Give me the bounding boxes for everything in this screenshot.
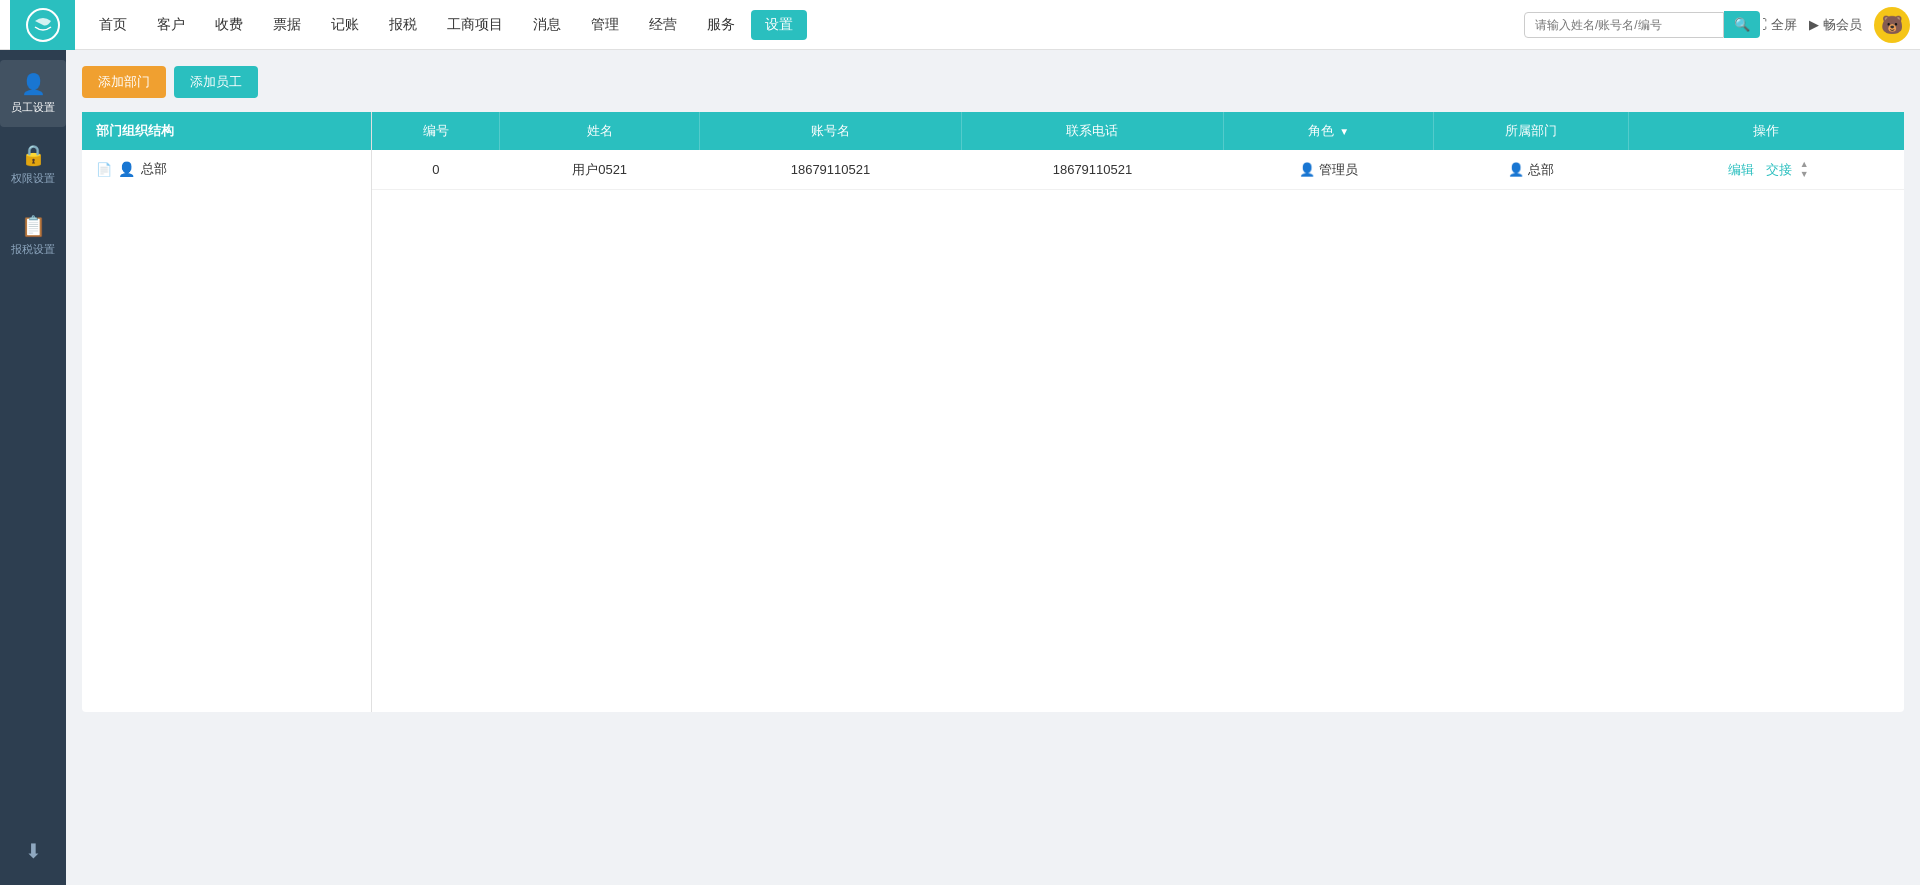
scroll-down-icon[interactable]: ▼: [1800, 170, 1809, 179]
table-head: 编号 姓名 账号名 联系电话 角色 ▼ 所属部门 操作: [372, 112, 1904, 150]
tree-item-root[interactable]: 📄 👤 总部: [82, 150, 371, 188]
button-row: 添加部门 添加员工: [82, 66, 1904, 98]
scroll-arrows[interactable]: ▲▼: [1800, 160, 1809, 179]
search-bar: 🔍: [1524, 11, 1760, 38]
col-phone: 联系电话: [961, 112, 1223, 150]
download-icon: ⬇: [25, 839, 42, 863]
table-panel: 编号 姓名 账号名 联系电话 角色 ▼ 所属部门 操作: [372, 112, 1904, 712]
dept-name: 总部: [141, 160, 167, 178]
search-button[interactable]: 🔍: [1724, 11, 1760, 38]
col-name: 姓名: [500, 112, 700, 150]
nav-item-服务[interactable]: 服务: [693, 10, 749, 40]
nav-item-客户[interactable]: 客户: [143, 10, 199, 40]
col-role[interactable]: 角色 ▼: [1223, 112, 1433, 150]
action-编辑[interactable]: 编辑: [1728, 161, 1754, 179]
file-icon: 📄: [96, 162, 112, 177]
nav-item-经营[interactable]: 经营: [635, 10, 691, 40]
nav-item-记账[interactable]: 记账: [317, 10, 373, 40]
nav-item-收费[interactable]: 收费: [201, 10, 257, 40]
sidebar-label-permissions: 权限设置: [11, 171, 55, 186]
nav-item-管理[interactable]: 管理: [577, 10, 633, 40]
tree-header: 部门组织结构: [82, 112, 371, 150]
col-account: 账号名: [699, 112, 961, 150]
cell-actions: 编辑交接 ▲▼: [1628, 150, 1904, 190]
nav-item-设置[interactable]: 设置: [751, 10, 807, 40]
employees-table: 编号 姓名 账号名 联系电话 角色 ▼ 所属部门 操作: [372, 112, 1904, 190]
add-staff-button[interactable]: 添加员工: [174, 66, 258, 98]
sidebar-label-tax: 报税设置: [11, 242, 55, 257]
top-nav: 首页客户收费票据记账报税工商项目消息管理经营服务设置 🔍 ⛶ 全屏 ▶ 畅会员 …: [0, 0, 1920, 50]
sidebar-item-permissions[interactable]: 🔒 权限设置: [0, 131, 66, 198]
add-dept-button[interactable]: 添加部门: [82, 66, 166, 98]
cell-dept: 👤总部: [1433, 150, 1628, 190]
vip-label: 畅会员: [1823, 16, 1862, 34]
role-sort-icon: ▼: [1339, 126, 1349, 137]
sidebar-item-staff[interactable]: 👤 员工设置: [0, 60, 66, 127]
sidebar-label-staff: 员工设置: [11, 100, 55, 115]
dept-person-icon: 👤: [118, 161, 135, 177]
table-row: 0用户05211867911052118679110521👤管理员👤总部编辑交接…: [372, 150, 1904, 190]
col-action: 操作: [1628, 112, 1904, 150]
nav-item-消息[interactable]: 消息: [519, 10, 575, 40]
col-dept: 所属部门: [1433, 112, 1628, 150]
nav-item-票据[interactable]: 票据: [259, 10, 315, 40]
main-panel: 部门组织结构 📄 👤 总部 编号 姓名 账号名 联系电话: [82, 112, 1904, 712]
staff-icon: 👤: [21, 72, 46, 96]
avatar[interactable]: 🐻: [1874, 7, 1910, 43]
vip-icon: ▶: [1809, 17, 1819, 32]
fullscreen-btn[interactable]: ⛶ 全屏: [1754, 16, 1797, 34]
content-area: 添加部门 添加员工 部门组织结构 📄 👤 总部 编号: [66, 50, 1920, 885]
main-layout: 👤 员工设置 🔒 权限设置 📋 报税设置 ⬇ 添加部门 添加员工 部门组织结构: [0, 50, 1920, 885]
cell-account: 18679110521: [699, 150, 961, 190]
cell-name: 用户0521: [500, 150, 700, 190]
table-body: 0用户05211867911052118679110521👤管理员👤总部编辑交接…: [372, 150, 1904, 190]
fullscreen-label: 全屏: [1771, 16, 1797, 34]
cell-role: 👤管理员: [1223, 150, 1433, 190]
cell-phone: 18679110521: [961, 150, 1223, 190]
sidebar-bottom: ⬇: [21, 827, 46, 875]
vip-btn[interactable]: ▶ 畅会员: [1809, 16, 1862, 34]
nav-item-工商项目[interactable]: 工商项目: [433, 10, 517, 40]
tree-panel: 部门组织结构 📄 👤 总部: [82, 112, 372, 712]
nav-item-首页[interactable]: 首页: [85, 10, 141, 40]
nav-item-报税[interactable]: 报税: [375, 10, 431, 40]
logo: [10, 0, 75, 50]
table-header-row: 编号 姓名 账号名 联系电话 角色 ▼ 所属部门 操作: [372, 112, 1904, 150]
action-交接[interactable]: 交接: [1766, 161, 1792, 179]
col-id: 编号: [372, 112, 500, 150]
cell-id: 0: [372, 150, 500, 190]
lock-icon: 🔒: [21, 143, 46, 167]
sidebar: 👤 员工设置 🔒 权限设置 📋 报税设置 ⬇: [0, 50, 66, 885]
scroll-up-icon[interactable]: ▲: [1800, 160, 1809, 169]
nav-right: ⛶ 全屏 ▶ 畅会员 🐻: [1754, 7, 1910, 43]
search-input[interactable]: [1524, 12, 1724, 38]
sidebar-item-tax[interactable]: 📋 报税设置: [0, 202, 66, 269]
tax-icon: 📋: [21, 214, 46, 238]
nav-items: 首页客户收费票据记账报税工商项目消息管理经营服务设置: [85, 10, 1754, 40]
sidebar-download[interactable]: ⬇: [21, 827, 46, 875]
